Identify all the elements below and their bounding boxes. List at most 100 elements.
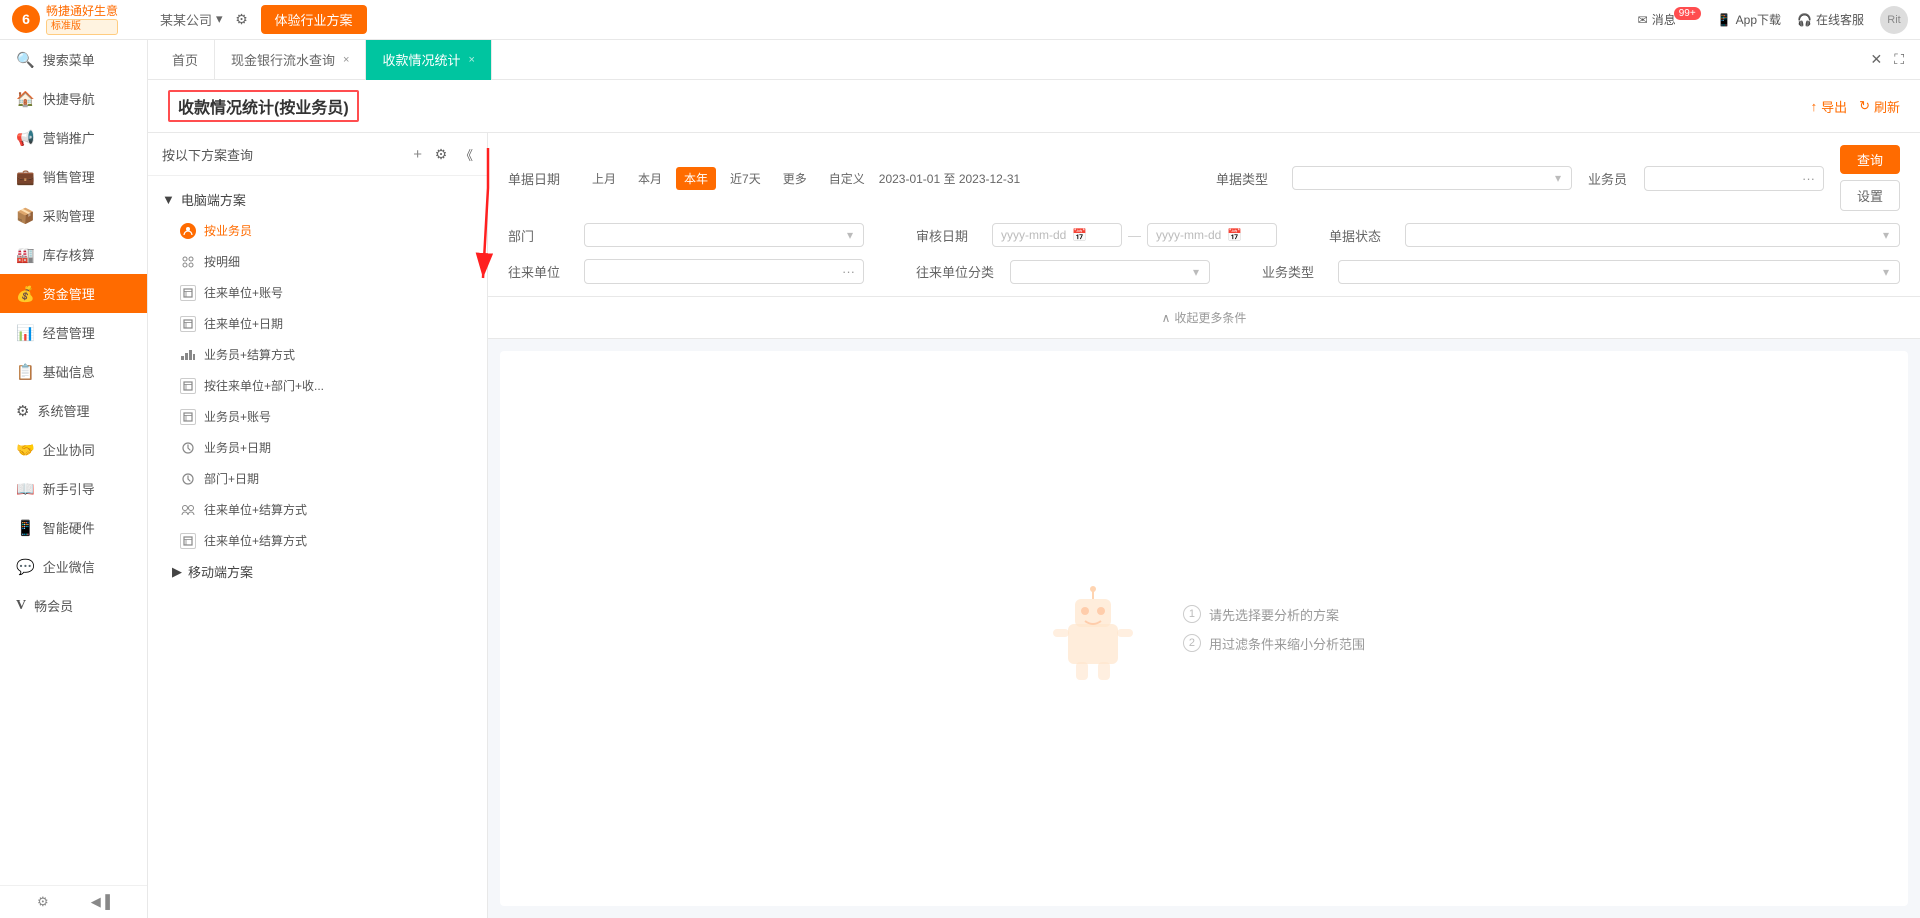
sidebar-item-operation[interactable]: 📊 经营管理 xyxy=(0,313,147,352)
scheme-settings-icon[interactable]: ⚙ xyxy=(430,143,452,165)
collapse-icon: ∧ xyxy=(1162,311,1171,325)
tab-home[interactable]: 首页 xyxy=(156,40,215,80)
app-download-label: App下载 xyxy=(1736,11,1781,28)
sidebar-item-marketing[interactable]: 📢 营销推广 xyxy=(0,118,147,157)
scheme-item-by-salesperson[interactable]: 按业务员 xyxy=(148,215,487,246)
tab-fullscreen-icon[interactable]: ⛶ xyxy=(1894,51,1904,68)
trial-button[interactable]: 体验行业方案 xyxy=(261,5,367,34)
date-tab-this-year[interactable]: 本年 xyxy=(676,167,716,190)
date-tab-custom[interactable]: 自定义 xyxy=(821,167,873,190)
scheme-item-sales-date[interactable]: 业务员+日期 xyxy=(148,432,487,463)
sidebar-item-hardware[interactable]: 📱 智能硬件 xyxy=(0,508,147,547)
date-tab-this-month[interactable]: 本月 xyxy=(630,167,670,190)
scheme-item-unit-settle2[interactable]: 往来单位+结算方式 xyxy=(148,525,487,556)
sidebar-collapse-icon[interactable]: ◀▐ xyxy=(91,894,110,910)
tip-text-1: 请先选择要分析的方案 xyxy=(1209,605,1339,624)
sidebar-item-sales[interactable]: 💼 销售管理 xyxy=(0,157,147,196)
scheme-collapse-icon[interactable]: 《 xyxy=(460,145,473,164)
sidebar-item-inventory[interactable]: 🏭 库存核算 xyxy=(0,235,147,274)
refresh-button[interactable]: ↻ 刷新 xyxy=(1859,97,1900,116)
sidebar-item-purchase[interactable]: 📦 采购管理 xyxy=(0,196,147,235)
counterparty-class-select[interactable]: ▾ xyxy=(1010,260,1210,284)
online-service-label: 在线客服 xyxy=(1816,11,1864,28)
sidebar-item-basic[interactable]: 📋 基础信息 xyxy=(0,352,147,391)
operation-icon: 📊 xyxy=(16,324,35,342)
mobile-section-header[interactable]: ▶ 移动端方案 xyxy=(148,556,487,587)
user-avatar[interactable]: Rit xyxy=(1880,6,1908,34)
scheme-item-unit-account[interactable]: 往来单位+账号 xyxy=(148,277,487,308)
voucher-status-select[interactable]: ▾ xyxy=(1405,223,1900,247)
logo-icon: 6 xyxy=(12,5,40,33)
sidebar-item-collab[interactable]: 🤝 企业协同 xyxy=(0,430,147,469)
tab-close-window-icon[interactable]: ✕ xyxy=(1870,51,1882,68)
scheme-panel-title: 按以下方案查询 xyxy=(162,145,253,164)
scheme-item-salesperson-settle[interactable]: 业务员+结算方式 xyxy=(148,339,487,370)
date-tab-7days[interactable]: 近7天 xyxy=(722,167,769,190)
dropdown-arrow: ▾ xyxy=(216,11,223,27)
settings-button[interactable]: 设置 xyxy=(1840,180,1900,211)
review-date-start[interactable]: yyyy-mm-dd 📅 xyxy=(992,223,1122,247)
page-header: 收款情况统计(按业务员) ↑ 导出 ↻ 刷新 xyxy=(148,80,1920,133)
sidebar-item-member[interactable]: V 畅会员 xyxy=(0,586,147,625)
sidebar-label-finance: 资金管理 xyxy=(43,284,95,303)
finance-icon: 💰 xyxy=(16,285,35,303)
refresh-icon: ↻ xyxy=(1859,98,1870,114)
search-icon: 🔍 xyxy=(16,51,35,69)
counterparty-dots[interactable]: ··· xyxy=(842,264,855,279)
company-selector[interactable]: 某某公司 ▾ xyxy=(160,10,223,29)
tab-receipt-stats-close[interactable]: × xyxy=(468,54,474,66)
sidebar-label-guide: 新手引导 xyxy=(43,479,95,498)
tab-cash-flow-label: 现金银行流水查询 xyxy=(231,50,335,69)
sidebar-item-guide[interactable]: 📖 新手引导 xyxy=(0,469,147,508)
salesperson-dots[interactable]: ··· xyxy=(1802,171,1815,186)
scheme-item-dept-date[interactable]: 部门+日期 xyxy=(148,463,487,494)
desktop-section-header[interactable]: ▼ 电脑端方案 xyxy=(148,184,487,215)
tab-bar: 首页 现金银行流水查询 × 收款情况统计 × ✕ ⛶ xyxy=(148,40,1920,80)
date-tab-more[interactable]: 更多 xyxy=(775,167,815,190)
sidebar-label-search: 搜索菜单 xyxy=(43,50,95,69)
online-service-button[interactable]: 🎧 在线客服 xyxy=(1797,11,1864,28)
scheme-item-unit-settle1[interactable]: 往来单位+结算方式 xyxy=(148,494,487,525)
dept-filter-label: 部门 xyxy=(508,226,568,245)
tab-cash-flow-close[interactable]: × xyxy=(343,54,349,66)
sidebar-item-finance[interactable]: 💰 资金管理 xyxy=(0,274,147,313)
class-chevron-icon: ▾ xyxy=(1193,265,1199,279)
scheme-item-unit-dept[interactable]: 按往来单位+部门+收... xyxy=(148,370,487,401)
filter-actions: 查询 设置 xyxy=(1840,145,1900,211)
query-button[interactable]: 查询 xyxy=(1840,145,1900,174)
sidebar-item-system[interactable]: ⚙ 系统管理 xyxy=(0,391,147,430)
scheme-item-label-salesperson: 按业务员 xyxy=(204,222,252,239)
biz-type-select[interactable]: ▾ xyxy=(1338,260,1900,284)
scheme-item-detail[interactable]: 按明细 xyxy=(148,246,487,277)
date-tab-last-month[interactable]: 上月 xyxy=(584,167,624,190)
messages-button[interactable]: ✉ 消息 99+ xyxy=(1638,11,1701,28)
sidebar-label-basic: 基础信息 xyxy=(43,362,95,381)
dept-date-icon xyxy=(180,471,196,487)
detail-scheme-icon xyxy=(180,254,196,270)
tab-cash-flow[interactable]: 现金银行流水查询 × xyxy=(215,40,366,80)
collapse-button[interactable]: ∧ 收起更多条件 xyxy=(1150,305,1259,330)
system-icon: ⚙ xyxy=(16,402,29,420)
sidebar-item-search[interactable]: 🔍 搜索菜单 xyxy=(0,40,147,79)
app-download-button[interactable]: 📱 App下载 xyxy=(1717,11,1781,28)
right-panel: 单据日期 上月 本月 本年 近7天 更多 自定义 2023-01-01 至 20… xyxy=(488,133,1920,918)
sidebar-item-nav[interactable]: 🏠 快捷导航 xyxy=(0,79,147,118)
page-title: 收款情况统计(按业务员) xyxy=(168,90,359,122)
sidebar-item-wechat[interactable]: 💬 企业微信 xyxy=(0,547,147,586)
tab-receipt-stats[interactable]: 收款情况统计 × xyxy=(366,40,491,80)
export-icon: ↑ xyxy=(1811,99,1818,114)
scheme-item-sales-account[interactable]: 业务员+账号 xyxy=(148,401,487,432)
export-button[interactable]: ↑ 导出 xyxy=(1811,97,1848,116)
download-icon: 📱 xyxy=(1717,13,1732,27)
scheme-item-unit-date[interactable]: 往来单位+日期 xyxy=(148,308,487,339)
unit-settle2-icon xyxy=(180,533,196,549)
sidebar-settings-icon[interactable]: ⚙ xyxy=(37,894,49,910)
review-date-end[interactable]: yyyy-mm-dd 📅 xyxy=(1147,223,1277,247)
dept-select[interactable]: ▾ xyxy=(584,223,864,247)
add-scheme-icon[interactable]: + xyxy=(413,146,422,163)
dept-chevron-icon: ▾ xyxy=(847,228,853,242)
voucher-type-select[interactable]: ▾ xyxy=(1292,166,1572,190)
sidebar-label-wechat: 企业微信 xyxy=(43,557,95,576)
review-date-start-placeholder: yyyy-mm-dd xyxy=(1001,228,1066,242)
header-settings-icon[interactable]: ⚙ xyxy=(231,8,253,30)
